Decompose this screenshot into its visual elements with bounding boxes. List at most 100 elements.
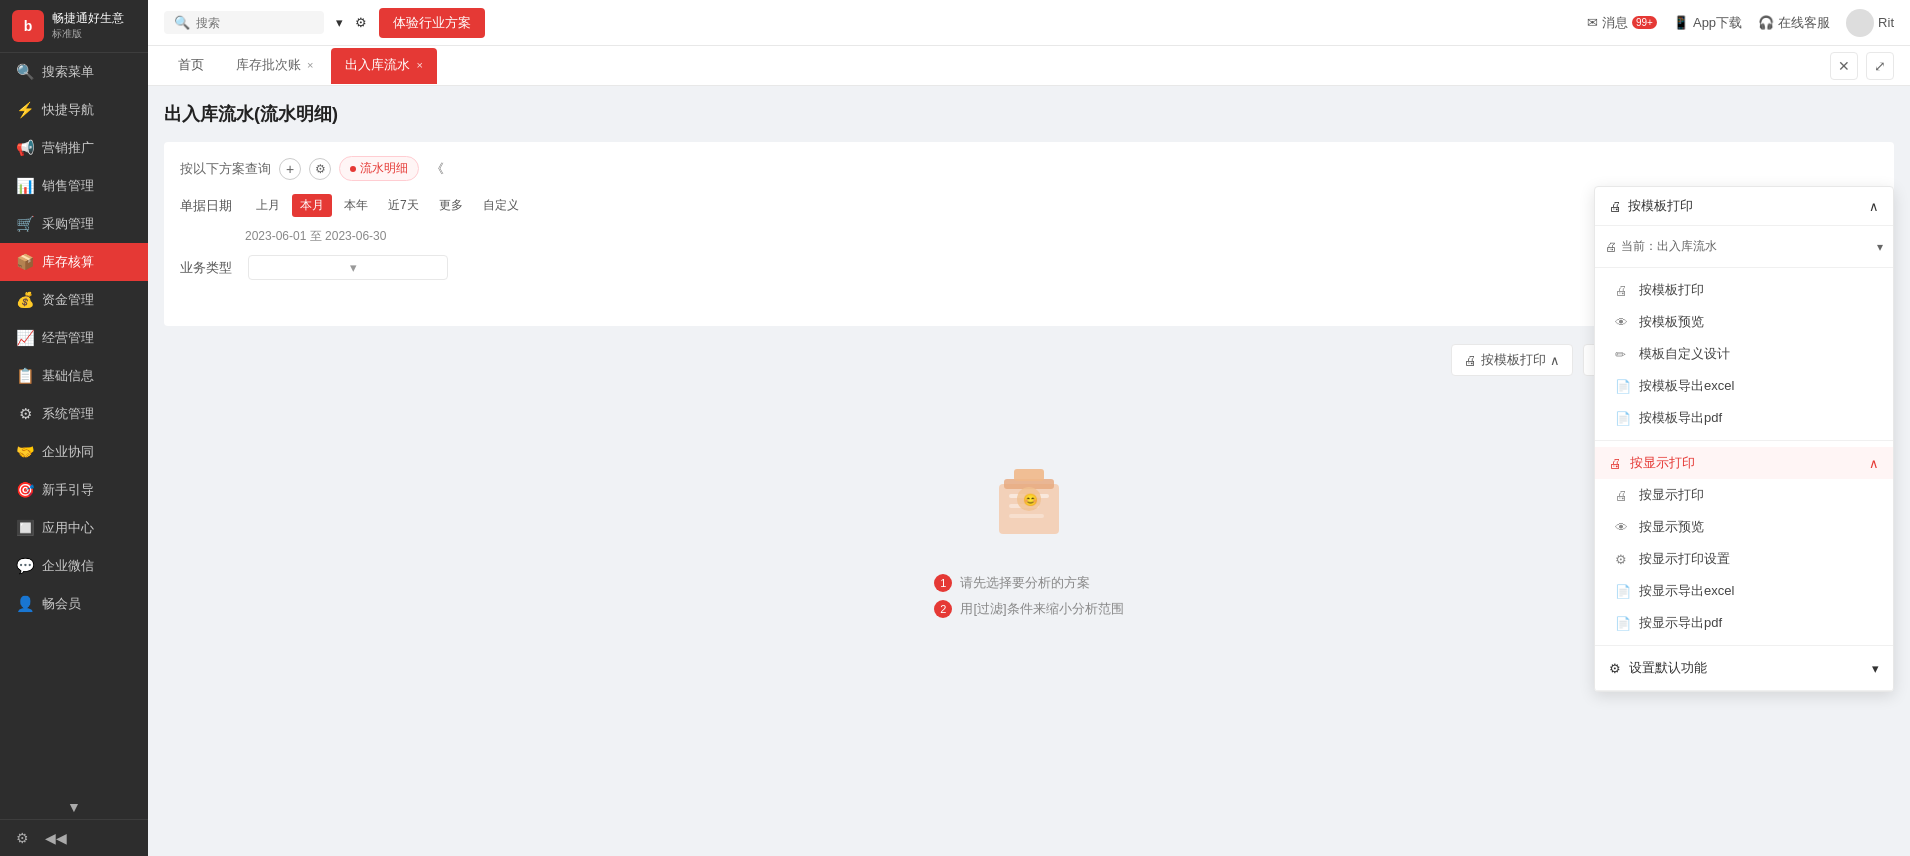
- dp-display-excel[interactable]: 📄 按显示导出excel: [1595, 575, 1893, 607]
- print-btn-label: 按模板打印: [1481, 351, 1546, 369]
- topbar-dropdown-icon[interactable]: ▾: [336, 15, 343, 30]
- topbar-search-input[interactable]: [196, 16, 296, 30]
- step-1-text: 请先选择要分析的方案: [960, 574, 1090, 592]
- dropdown-collapse-icon[interactable]: ∧: [1869, 199, 1879, 214]
- default-group-header[interactable]: ⚙ 设置默认功能 ▾: [1595, 652, 1893, 684]
- user-menu-btn[interactable]: Rit: [1846, 9, 1894, 37]
- sidebar-item-basic[interactable]: 📋 基础信息: [0, 357, 148, 395]
- display-print-group-header[interactable]: 🖨 按显示打印 ∧: [1595, 447, 1893, 479]
- sidebar-item-search[interactable]: 🔍 搜索菜单: [0, 53, 148, 91]
- app-download-label: App下载: [1693, 14, 1742, 32]
- search-icon: 🔍: [16, 63, 34, 81]
- sidebar-item-operation[interactable]: 📈 经营管理: [0, 319, 148, 357]
- empty-illustration: 😊: [979, 454, 1079, 554]
- sidebar-nav: 🔍 搜索菜单 ⚡ 快捷导航 📢 营销推广 📊 销售管理 🛒 采购管理 📦 库存核…: [0, 53, 148, 795]
- topbar-settings-icon[interactable]: ⚙: [355, 15, 367, 30]
- display-print-section: 🖨 按显示打印 ∧ 🖨 按显示打印 👁 按显示预览 ⚙ 按显示打印设置: [1595, 441, 1893, 646]
- dp-template-print[interactable]: 🖨 按模板打印: [1595, 274, 1893, 306]
- app-download-btn[interactable]: 📱 App下载: [1673, 14, 1742, 32]
- sidebar-item-purchase[interactable]: 🛒 采购管理: [0, 205, 148, 243]
- headset-icon: 🎧: [1758, 15, 1774, 30]
- date-tab-last-month[interactable]: 上月: [248, 194, 288, 217]
- sidebar-item-system[interactable]: ⚙ 系统管理: [0, 395, 148, 433]
- sidebar-bottom: ⚙ ◀◀: [0, 819, 148, 856]
- default-label: 设置默认功能: [1629, 659, 1707, 677]
- sidebar-item-sales[interactable]: 📊 销售管理: [0, 167, 148, 205]
- dp-display-excel-icon: 📄: [1615, 584, 1631, 599]
- filter-active-tag[interactable]: 流水明细: [339, 156, 419, 181]
- dp-template-preview[interactable]: 👁 按模板预览: [1595, 306, 1893, 338]
- filter-add-btn[interactable]: +: [279, 158, 301, 180]
- dropdown-header-left: 🖨 按模板打印: [1609, 197, 1693, 215]
- scroll-down-arrow[interactable]: ▼: [0, 795, 148, 819]
- date-tab-more[interactable]: 更多: [431, 194, 471, 217]
- dp-display-print[interactable]: 🖨 按显示打印: [1595, 479, 1893, 511]
- topbar-search-box[interactable]: 🔍: [164, 11, 324, 34]
- dp-template-pdf[interactable]: 📄 按模板导出pdf: [1595, 402, 1893, 434]
- sidebar-item-marketing[interactable]: 📢 营销推广: [0, 129, 148, 167]
- expand-icon: ⤢: [1874, 58, 1886, 74]
- print-btn[interactable]: 🖨 按模板打印 ∧: [1451, 344, 1573, 376]
- industry-btn[interactable]: 体验行业方案: [379, 8, 485, 38]
- display-print-header-left: 🖨 按显示打印: [1609, 454, 1695, 472]
- sidebar-settings-icon[interactable]: ⚙: [16, 830, 29, 846]
- sidebar-item-operation-label: 经营管理: [42, 329, 94, 347]
- tab-in-out-flow-close[interactable]: ×: [416, 59, 422, 71]
- app-logo-icon: b: [12, 10, 44, 42]
- dp-pdf-icon: 📄: [1615, 411, 1631, 426]
- tabbar: 首页 库存批次账 × 出入库流水 × ✕ ⤢: [148, 46, 1910, 86]
- message-btn[interactable]: ✉ 消息 99+: [1587, 14, 1657, 32]
- tab-home[interactable]: 首页: [164, 48, 218, 84]
- topbar-right: ✉ 消息 99+ 📱 App下载 🎧 在线客服 Rit: [1587, 9, 1894, 37]
- sidebar-item-enterprise-wechat[interactable]: 💬 企业微信: [0, 547, 148, 585]
- dp-template-excel-label: 按模板导出excel: [1639, 377, 1734, 395]
- dp-preview-icon: 👁: [1615, 315, 1631, 330]
- default-icon: ⚙: [1609, 661, 1621, 676]
- close-icon: ✕: [1838, 58, 1850, 74]
- sidebar-collapse-icon[interactable]: ◀◀: [45, 830, 67, 846]
- dp-display-pdf[interactable]: 📄 按显示导出pdf: [1595, 607, 1893, 639]
- tab-in-out-flow[interactable]: 出入库流水 ×: [331, 48, 436, 84]
- current-label: 当前：出入库流水: [1621, 238, 1717, 255]
- chart-icon: 📊: [16, 177, 34, 195]
- tab-batch-account[interactable]: 库存批次账 ×: [222, 48, 327, 84]
- business-type-select[interactable]: ▾: [248, 255, 448, 280]
- sidebar-item-finance[interactable]: 💰 资金管理: [0, 281, 148, 319]
- apps-icon: 🔲: [16, 519, 34, 537]
- dp-template-excel[interactable]: 📄 按模板导出excel: [1595, 370, 1893, 402]
- dp-template-custom[interactable]: ✏ 模板自定义设计: [1595, 338, 1893, 370]
- date-tab-this-year[interactable]: 本年: [336, 194, 376, 217]
- sidebar-logo: b 畅捷通好生意 标准版: [0, 0, 148, 53]
- date-tab-custom[interactable]: 自定义: [475, 194, 527, 217]
- step-1-num: 1: [934, 574, 952, 592]
- dp-template-custom-label: 模板自定义设计: [1639, 345, 1730, 363]
- online-service-btn[interactable]: 🎧 在线客服: [1758, 14, 1830, 32]
- sidebar-item-app-center[interactable]: 🔲 应用中心: [0, 509, 148, 547]
- tab-close-all-btn[interactable]: ✕: [1830, 52, 1858, 80]
- tab-batch-account-label: 库存批次账: [236, 56, 301, 74]
- dp-display-preview-icon: 👁: [1615, 520, 1631, 535]
- dp-display-preview[interactable]: 👁 按显示预览: [1595, 511, 1893, 543]
- dropdown-current-item[interactable]: 🖨 当前：出入库流水 ▾: [1595, 232, 1893, 261]
- tab-expand-btn[interactable]: ⤢: [1866, 52, 1894, 80]
- dp-display-print-settings[interactable]: ⚙ 按显示打印设置: [1595, 543, 1893, 575]
- topbar: 🔍 ▾ ⚙ 体验行业方案 ✉ 消息 99+ 📱 App下载 🎧 在线客服 Rit: [148, 0, 1910, 46]
- filter-collapse-btn[interactable]: 《: [431, 160, 444, 178]
- tab-batch-account-close[interactable]: ×: [307, 59, 313, 71]
- date-tab-last-7[interactable]: 近7天: [380, 194, 427, 217]
- template-print-section: 🖨 按模板打印 👁 按模板预览 ✏ 模板自定义设计 📄 按模板导出excel 📄: [1595, 268, 1893, 441]
- filter-settings-btn[interactable]: ⚙: [309, 158, 331, 180]
- sidebar-item-member[interactable]: 👤 畅会员: [0, 585, 148, 623]
- tabbar-right: ✕ ⤢: [1830, 52, 1894, 80]
- date-tabs: 上月 本月 本年 近7天 更多 自定义: [248, 194, 527, 217]
- display-group-icon: 🖨: [1609, 456, 1622, 471]
- tag-dot: [350, 166, 356, 172]
- sidebar-item-inventory[interactable]: 📦 库存核算: [0, 243, 148, 281]
- dp-print-icon: 🖨: [1615, 283, 1631, 298]
- sidebar-item-guide[interactable]: 🎯 新手引导: [0, 471, 148, 509]
- lightning-icon: ⚡: [16, 101, 34, 119]
- date-tab-this-month[interactable]: 本月: [292, 194, 332, 217]
- sidebar-item-quick-nav[interactable]: ⚡ 快捷导航: [0, 91, 148, 129]
- sidebar-item-cooperation[interactable]: 🤝 企业协同: [0, 433, 148, 471]
- dp-display-settings-label: 按显示打印设置: [1639, 550, 1730, 568]
